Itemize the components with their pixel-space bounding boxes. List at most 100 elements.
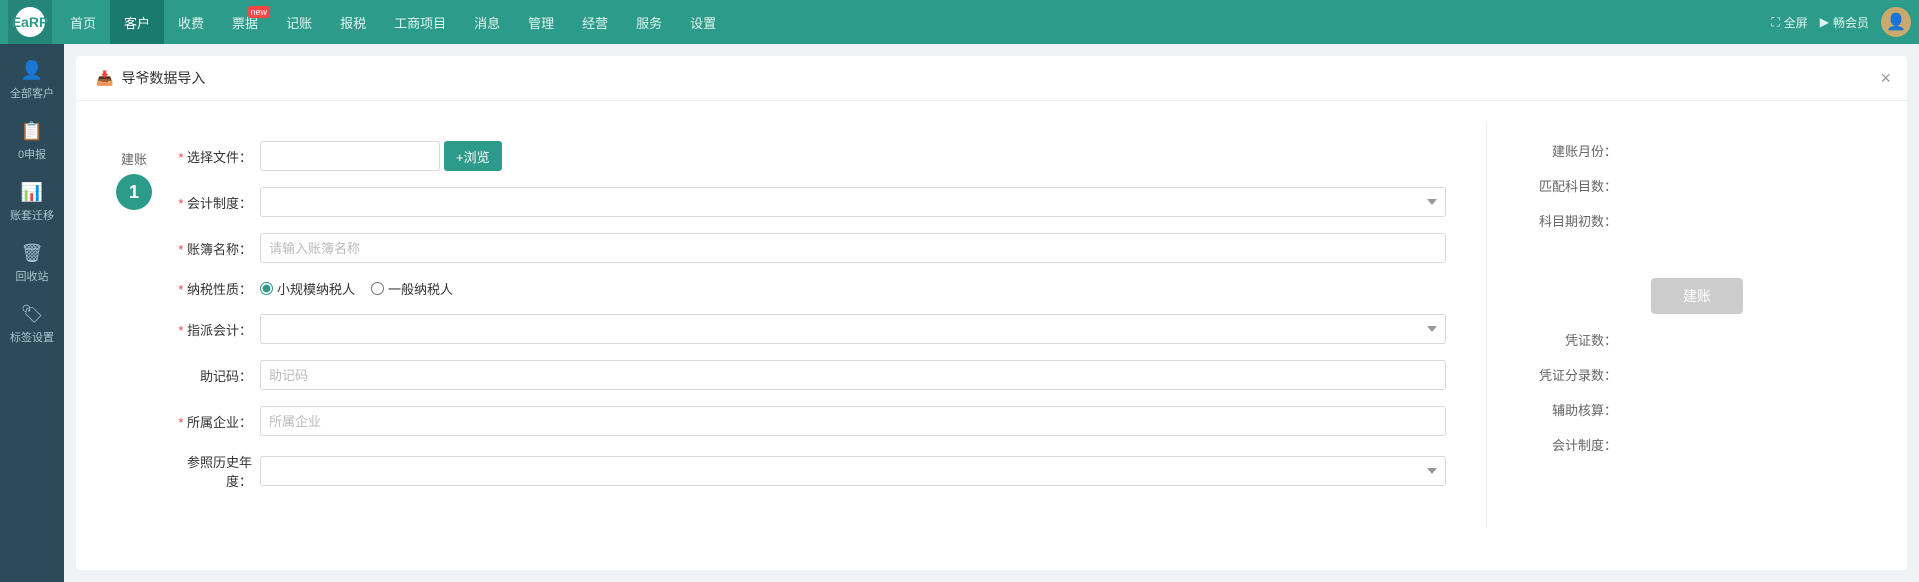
vip-label: 畅会员 (1833, 14, 1869, 31)
nav-item-operation[interactable]: 经营 (568, 0, 622, 44)
ref-year-row: 参照历史年度： (172, 452, 1446, 490)
company-label: * 所属企业： (172, 412, 252, 431)
accounting-system-label: * 会计制度： (172, 193, 252, 212)
company-input[interactable] (260, 406, 1446, 436)
general-taxpayer-label: 一般纳税人 (388, 279, 453, 298)
vip-icon: ▶ (1820, 15, 1829, 29)
declaration-icon: 📋 (21, 121, 43, 142)
company-row: * 所属企业： (172, 406, 1446, 436)
sidebar-label-all-clients: 全部客户 (10, 85, 54, 101)
tag-icon: 🏷 (21, 304, 44, 325)
nav-item-client[interactable]: 客户 (110, 0, 164, 44)
voucher-count-row: 凭证数： (1527, 330, 1867, 349)
required-star: * (178, 150, 183, 165)
nav-item-fee[interactable]: 收费 (164, 0, 218, 44)
create-account-button[interactable]: 建账 (1651, 278, 1743, 314)
main-content: 📥 导爷数据导入 × 建账 1 (64, 44, 1919, 582)
match-subject-row: 匹配科目数： (1527, 176, 1867, 195)
general-taxpayer-option[interactable]: 一般纳税人 (371, 279, 453, 298)
ledger-name-row: * 账簿名称： (172, 233, 1446, 263)
ref-year-select[interactable] (260, 456, 1446, 486)
sidebar: 👤 全部客户 📋 0申报 📊 账套迁移 🗑 回收站 🏷 标签设置 (0, 44, 64, 582)
nav-right: ⛶ 全屏 ▶ 畅会员 👤 (1771, 7, 1911, 37)
sidebar-item-account-migration[interactable]: 📊 账套迁移 (0, 174, 64, 231)
memo-code-input[interactable] (260, 360, 1446, 390)
form-left: 建账 1 * 选择文件： +浏览 (76, 121, 1487, 526)
logo-icon: EaRP (15, 7, 45, 37)
step-label: 建账 (121, 141, 147, 168)
jianzhang-month-row: 建账月份： (1527, 141, 1867, 160)
assign-accountant-row: * 指派会计： (172, 314, 1446, 344)
person-icon: 👤 (21, 60, 43, 81)
sidebar-item-recycle[interactable]: 🗑 回收站 (0, 235, 64, 292)
voucher-entry-label: 凭证分录数： (1527, 365, 1617, 384)
small-taxpayer-radio[interactable] (260, 282, 273, 295)
match-subject-label: 匹配科目数： (1527, 176, 1617, 195)
file-select-label: * 选择文件： (172, 147, 252, 166)
card-header: 📥 导爷数据导入 (76, 56, 1907, 101)
nav-item-manage[interactable]: 管理 (514, 0, 568, 44)
jianzhang-month-label: 建账月份： (1527, 141, 1617, 160)
sidebar-item-tag-settings[interactable]: 🏷 标签设置 (0, 296, 64, 353)
tax-type-radio-group: 小规模纳税人 一般纳税人 (260, 279, 1446, 298)
accounting-system-select[interactable] (260, 187, 1446, 217)
aux-accounting-label: 辅助核算： (1527, 400, 1617, 419)
nav-item-message[interactable]: 消息 (460, 0, 514, 44)
file-input-group: +浏览 (260, 141, 1446, 171)
tax-type-row: * 纳税性质： 小规模纳税人 一般纳税人 (172, 279, 1446, 298)
step-section: 建账 1 * 选择文件： +浏览 (116, 141, 1446, 506)
ledger-name-input[interactable] (260, 233, 1446, 263)
card-import-icon: 📥 (96, 70, 113, 87)
form-body: 建账 1 * 选择文件： +浏览 (76, 101, 1907, 546)
file-select-input[interactable] (260, 141, 440, 171)
sidebar-item-all-clients[interactable]: 👤 全部客户 (0, 52, 64, 109)
form-fields: * 选择文件： +浏览 * 会计制度： (172, 141, 1446, 506)
accounting-system-right-row: 会计制度： (1527, 435, 1867, 454)
card: 📥 导爷数据导入 × 建账 1 (76, 56, 1907, 570)
nav-item-ticket[interactable]: 票据 new (218, 0, 272, 44)
browse-button[interactable]: +浏览 (444, 141, 502, 171)
nav-item-settings[interactable]: 设置 (676, 0, 730, 44)
accounting-system-row: * 会计制度： (172, 187, 1446, 217)
nav-badge-new: new (248, 6, 271, 18)
aux-accounting-row: 辅助核算： (1527, 400, 1867, 419)
file-select-row: * 选择文件： +浏览 (172, 141, 1446, 171)
sidebar-item-declaration[interactable]: 📋 0申报 (0, 113, 64, 170)
form-right: 建账月份： 匹配科目数： 科目期初数： 建账 (1487, 121, 1907, 526)
small-taxpayer-label: 小规模纳税人 (277, 279, 355, 298)
voucher-count-label: 凭证数： (1527, 330, 1617, 349)
vip-btn[interactable]: ▶ 畅会员 (1820, 14, 1869, 31)
nav-item-home[interactable]: 首页 (56, 0, 110, 44)
recycle-icon: 🗑 (21, 243, 44, 264)
sidebar-label-tag: 标签设置 (10, 329, 54, 345)
memo-code-label: 助记码： (172, 366, 252, 385)
fullscreen-btn[interactable]: ⛶ 全屏 (1771, 14, 1807, 31)
nav-item-tax[interactable]: 报税 (326, 0, 380, 44)
ref-year-label: 参照历史年度： (172, 452, 252, 490)
assign-accountant-label: * 指派会计： (172, 320, 252, 339)
avatar[interactable]: 👤 (1881, 7, 1911, 37)
ledger-name-label: * 账簿名称： (172, 239, 252, 258)
step-badge: 1 (116, 174, 152, 210)
subject-initial-label: 科目期初数： (1527, 211, 1617, 230)
fullscreen-icon: ⛶ (1771, 15, 1779, 30)
migration-icon: 📊 (21, 182, 43, 203)
close-button[interactable]: × (1880, 68, 1891, 89)
memo-code-row: 助记码： (172, 360, 1446, 390)
voucher-entry-row: 凭证分录数： (1527, 365, 1867, 384)
general-taxpayer-radio[interactable] (371, 282, 384, 295)
top-nav: EaRP 首页 客户 收费 票据 new 记账 报税 工商项目 消息 管理 经营… (0, 0, 1919, 44)
fullscreen-label: 全屏 (1784, 14, 1808, 31)
nav-item-business[interactable]: 工商项目 (380, 0, 460, 44)
nav-items: 首页 客户 收费 票据 new 记账 报税 工商项目 消息 管理 经营 服务 设… (56, 0, 1771, 44)
sidebar-label-recycle: 回收站 (16, 268, 49, 284)
sidebar-label-declaration: 0申报 (18, 146, 46, 162)
subject-initial-row: 科目期初数： (1527, 211, 1867, 230)
small-taxpayer-option[interactable]: 小规模纳税人 (260, 279, 355, 298)
assign-accountant-select[interactable] (260, 314, 1446, 344)
nav-item-service[interactable]: 服务 (622, 0, 676, 44)
nav-item-accounting[interactable]: 记账 (272, 0, 326, 44)
logo-area: EaRP (8, 0, 52, 44)
sidebar-label-migration: 账套迁移 (10, 207, 54, 223)
tax-type-label: * 纳税性质： (172, 279, 252, 298)
